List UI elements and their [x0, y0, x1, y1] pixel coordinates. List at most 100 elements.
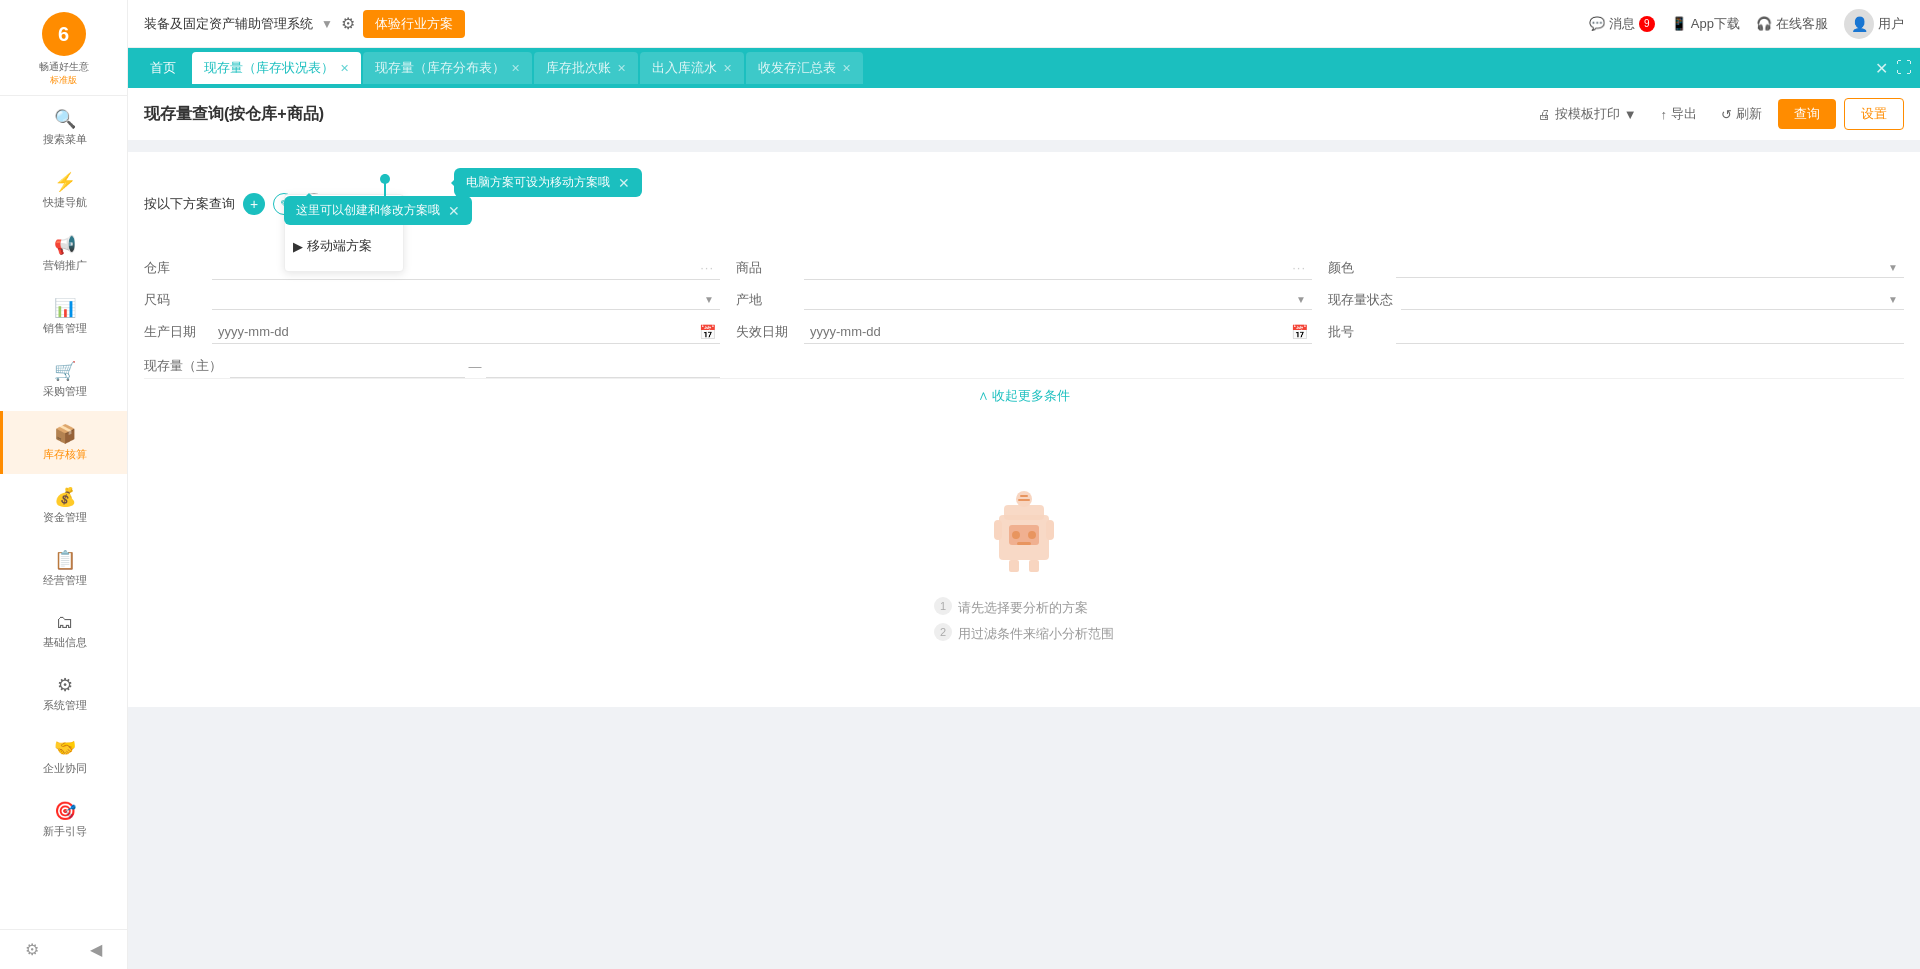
collapse-label: 收起更多条件	[992, 388, 1070, 403]
scheme-group-mobile-header[interactable]: ▶ 移动端方案	[293, 233, 395, 259]
tab-batch-account[interactable]: 库存批次账 ✕	[534, 52, 638, 84]
sidebar-item-guide[interactable]: 🎯 新手引导	[0, 788, 127, 851]
page-title-bar: 现存量查询(按仓库+商品) 🖨 按模板打印 ▼ ↑ 导出 ↺ 刷新 查询 设置	[128, 88, 1920, 140]
refresh-icon: ↺	[1721, 107, 1732, 122]
enterprise-icon: 🤝	[54, 737, 76, 759]
filter-field-color: 颜色 ▼	[1328, 256, 1904, 280]
tab-close-recv-summary[interactable]: ✕	[842, 62, 851, 75]
logo-text: 畅通好生意 标准版	[39, 60, 89, 87]
collapse-bar[interactable]: ∧ 收起更多条件	[144, 378, 1904, 413]
notification-btn[interactable]: 💬 消息 9	[1589, 15, 1655, 33]
support-label: 在线客服	[1776, 15, 1828, 33]
prod-date-label: 生产日期	[144, 323, 204, 341]
tab-inventory-dist[interactable]: 现存量（库存分布表） ✕	[363, 52, 532, 84]
tab-close-inout-flow[interactable]: ✕	[723, 62, 732, 75]
filter-field-size: 尺码 ▼	[144, 290, 720, 310]
filter-header: 按以下方案查询 + ✎ « 电脑方案可设为移动方案哦 ✕	[144, 164, 1904, 244]
tooltip-close-2[interactable]: ✕	[448, 203, 460, 219]
app-label: App下载	[1691, 15, 1740, 33]
filter-fields: 仓库 ··· 商品 ··· 颜色	[144, 256, 1904, 378]
tooltip-text-2: 这里可以创建和修改方案哦	[296, 202, 440, 219]
purchase-icon: 🛒	[54, 360, 76, 382]
tab-close-inventory-dist[interactable]: ✕	[511, 62, 520, 75]
system-dropdown-btn[interactable]: ▼	[321, 17, 333, 31]
settings-btn[interactable]: 设置	[1844, 98, 1904, 130]
empty-illustration	[974, 485, 1074, 575]
logo-icon: 6	[42, 12, 86, 56]
stock-main-from-input[interactable]	[230, 354, 465, 378]
sidebar-item-quicknav[interactable]: ⚡ 快捷导航	[0, 159, 127, 222]
filter-area: 按以下方案查询 + ✎ « 电脑方案可设为移动方案哦 ✕	[128, 152, 1920, 425]
collapse-footer-btn[interactable]: ◀	[90, 940, 102, 959]
export-btn[interactable]: ↑ 导出	[1653, 101, 1706, 127]
sidebar-item-purchase[interactable]: 🛒 采购管理	[0, 348, 127, 411]
notif-badge: 9	[1639, 16, 1655, 32]
print-dropdown-icon: ▼	[1624, 107, 1637, 122]
system-name: 装备及固定资产辅助管理系统	[144, 15, 313, 33]
connector-dot-top	[380, 174, 390, 184]
main-area: 装备及固定资产辅助管理系统 ▼ ⚙ 体验行业方案 💬 消息 9 📱 App下载 …	[128, 0, 1920, 969]
user-label: 用户	[1878, 15, 1904, 33]
color-arrow-icon: ▼	[1888, 262, 1898, 273]
expire-date-input[interactable]	[804, 320, 1312, 344]
tab-inventory-status[interactable]: 现存量（库存状况表） ✕	[192, 52, 361, 84]
tab-fullscreen-btn[interactable]: ⛶	[1896, 59, 1912, 77]
tab-home[interactable]: 首页	[136, 52, 190, 84]
stock-main-to-input[interactable]	[486, 354, 721, 378]
phone-icon: 📱	[1671, 16, 1687, 31]
tab-close-inventory-status[interactable]: ✕	[340, 62, 349, 75]
sidebar-item-finance[interactable]: 💰 资金管理	[0, 474, 127, 537]
sidebar-item-sales[interactable]: 📊 销售管理	[0, 285, 127, 348]
query-btn[interactable]: 查询	[1778, 99, 1836, 129]
ops-icon: 📋	[54, 549, 76, 571]
svg-rect-9	[1004, 505, 1044, 520]
print-template-btn[interactable]: 🖨 按模板打印 ▼	[1530, 101, 1645, 127]
origin-arrow-icon: ▼	[1296, 294, 1306, 305]
warehouse-dots[interactable]: ···	[700, 260, 714, 275]
page-actions: 🖨 按模板打印 ▼ ↑ 导出 ↺ 刷新 查询 设置	[1530, 98, 1904, 130]
product-dots[interactable]: ···	[1292, 260, 1306, 275]
industry-btn[interactable]: 体验行业方案	[363, 10, 465, 38]
tab-close-all-btn[interactable]: ✕	[1875, 59, 1888, 78]
tab-recv-summary[interactable]: 收发存汇总表 ✕	[746, 52, 863, 84]
bell-icon: 💬	[1589, 16, 1605, 31]
settings-footer-btn[interactable]: ⚙	[25, 940, 39, 959]
app-download-btn[interactable]: 📱 App下载	[1671, 15, 1740, 33]
refresh-btn[interactable]: ↺ 刷新	[1713, 101, 1770, 127]
prod-date-calendar-icon[interactable]: 📅	[699, 324, 716, 340]
sidebar-item-enterprise[interactable]: 🤝 企业协同	[0, 725, 127, 788]
sidebar-item-search[interactable]: 🔍 搜索菜单	[0, 96, 127, 159]
tooltip-close-1[interactable]: ✕	[618, 175, 630, 191]
mobile-scheme-label: 移动端方案	[307, 237, 372, 255]
sidebar-item-ops[interactable]: 📋 经营管理	[0, 537, 127, 600]
tooltip-bubble-2: 这里可以创建和修改方案哦 ✕	[284, 196, 472, 225]
sidebar-item-system[interactable]: ⚙ 系统管理	[0, 662, 127, 725]
svg-rect-6	[1046, 520, 1054, 540]
filter-field-expire-date: 失效日期 📅	[736, 320, 1312, 344]
empty-state: 1 请先选择要分析的方案 2 用过滤条件来缩小分析范围	[128, 425, 1920, 707]
tab-close-batch-account[interactable]: ✕	[617, 62, 626, 75]
sidebar-footer: ⚙ ◀	[0, 929, 127, 969]
origin-select[interactable]: ▼	[804, 290, 1312, 310]
header-gear-btn[interactable]: ⚙	[341, 14, 355, 33]
product-select[interactable]: ···	[804, 256, 1312, 280]
sidebar-item-marketing[interactable]: 📢 营销推广	[0, 222, 127, 285]
user-menu-btn[interactable]: 👤 用户	[1844, 9, 1904, 39]
sidebar-item-basic[interactable]: 🗂 基础信息	[0, 600, 127, 662]
filter-add-btn[interactable]: +	[243, 193, 265, 215]
batch-input[interactable]	[1396, 320, 1904, 344]
empty-tips: 1 请先选择要分析的方案 2 用过滤条件来缩小分析范围	[934, 595, 1114, 647]
svg-rect-5	[994, 520, 1002, 540]
support-btn[interactable]: 🎧 在线客服	[1756, 15, 1828, 33]
sidebar-item-inventory[interactable]: 📦 库存核算	[0, 411, 127, 474]
filter-field-batch: 批号	[1328, 320, 1904, 344]
size-select[interactable]: ▼	[212, 290, 720, 310]
svg-rect-11	[1020, 495, 1028, 497]
color-select[interactable]: ▼	[1396, 258, 1904, 278]
tab-inout-flow[interactable]: 出入库流水 ✕	[640, 52, 744, 84]
finance-icon: 💰	[54, 486, 76, 508]
stock-status-select[interactable]: ▼	[1401, 290, 1904, 310]
stock-status-label: 现存量状态	[1328, 291, 1393, 309]
prod-date-input[interactable]	[212, 320, 720, 344]
expire-date-calendar-icon[interactable]: 📅	[1291, 324, 1308, 340]
